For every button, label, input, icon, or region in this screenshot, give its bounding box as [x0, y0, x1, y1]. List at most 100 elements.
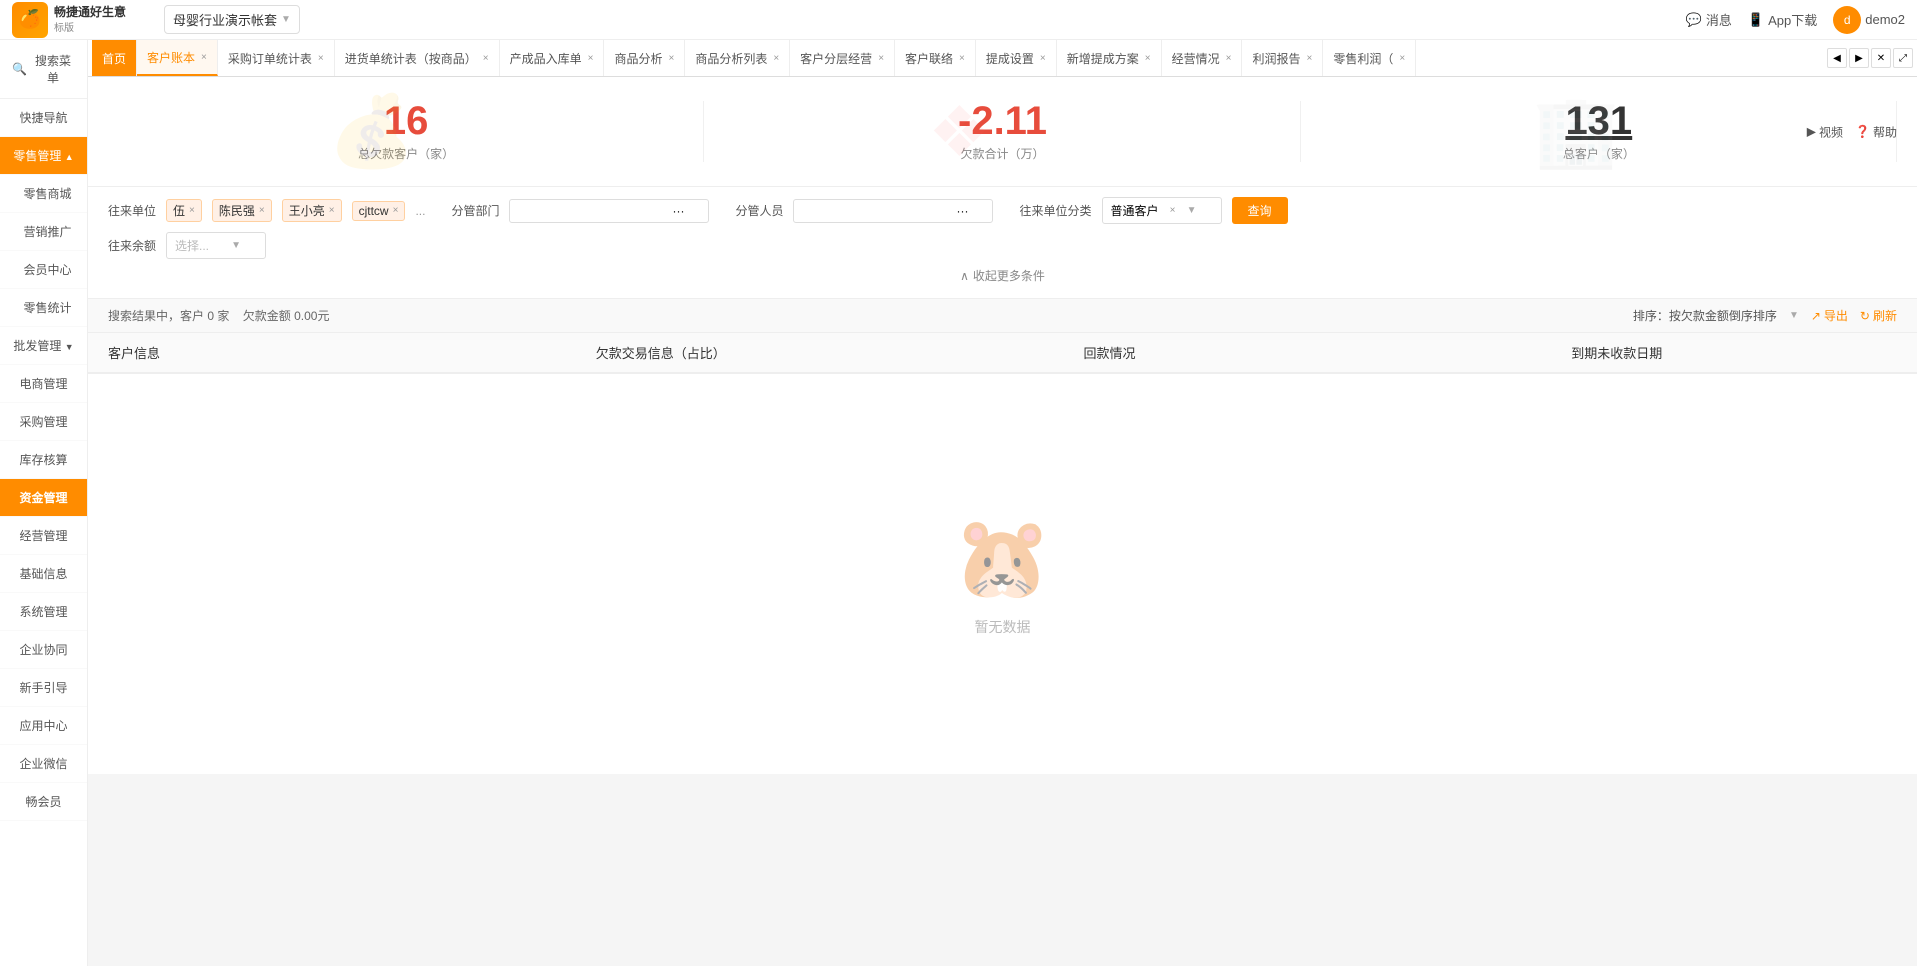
filter-tag-close-icon[interactable]: × [393, 205, 399, 216]
sidebar-item-vip-member[interactable]: 畅会员 [0, 783, 87, 821]
tab-close-icon[interactable]: × [1040, 53, 1046, 64]
filter-tag-close-icon[interactable]: × [329, 205, 335, 216]
empty-state: 🐹 暂无数据 [953, 451, 1053, 697]
tab-expand-button[interactable]: ⤢ [1893, 48, 1913, 68]
collapse-button[interactable]: ∧ 收起更多条件 [943, 267, 1063, 284]
tab-close-icon[interactable]: × [1145, 53, 1151, 64]
filter-more-button[interactable]: ... [415, 204, 425, 218]
data-table: 客户信息 欠款交易信息（占比） 回款情况 到期未收款日期 🐹 暂无数据 [88, 333, 1917, 774]
ellipsis-icon: ··· [956, 204, 968, 218]
table-header: 客户信息 欠款交易信息（占比） 回款情况 到期未收款日期 [88, 333, 1917, 374]
filter-tag-chen2[interactable]: 陈民强 × [212, 199, 272, 222]
unit-type-clear-icon[interactable]: × [1170, 205, 1176, 216]
sidebar-item-finance[interactable]: 资金管理 [0, 479, 87, 517]
tab-close-icon[interactable]: × [1399, 53, 1405, 64]
tab-new-commit[interactable]: 新增提成方案 × [1057, 40, 1162, 76]
sidebar-item-quicknav[interactable]: 快捷导航 [0, 99, 87, 137]
filter-tag-close-icon[interactable]: × [259, 205, 265, 216]
app-download-button[interactable]: 📱 App下载 [1748, 10, 1817, 29]
tab-customer-debt[interactable]: 客户账本 × [137, 40, 218, 76]
company-selector[interactable]: 母婴行业演示帐套 ▼ [164, 5, 300, 34]
tab-close-icon[interactable]: × [318, 53, 324, 64]
sidebar-item-basic[interactable]: 基础信息 [0, 555, 87, 593]
tab-close-icon[interactable]: × [483, 53, 489, 64]
message-button[interactable]: 💬 消息 [1686, 10, 1732, 29]
tab-customer-tier[interactable]: 客户分层经营 × [790, 40, 895, 76]
video-button[interactable]: ▶ 视频 [1807, 123, 1843, 140]
logo-sub: 标版 [54, 19, 126, 34]
search-menu-button[interactable]: 🔍 搜索菜单 [8, 48, 79, 90]
sort-label: 排序：按欠款金额倒序排序 [1633, 307, 1777, 324]
main-layout: 🔍 搜索菜单 快捷导航 零售管理 ▲ 零售商城 营销推广 会员中心 零售统计 批… [0, 40, 1917, 966]
query-button[interactable]: 查询 [1232, 197, 1288, 224]
tab-product-analysis-list[interactable]: 商品分析列表 × [685, 40, 790, 76]
refresh-icon: ↻ [1860, 309, 1870, 323]
filter-tag-close-icon[interactable]: × [189, 205, 195, 216]
user-avatar[interactable]: d demo2 [1833, 6, 1905, 34]
tab-close-icon[interactable]: × [1226, 53, 1232, 64]
export-button[interactable]: ↗ 导出 [1811, 307, 1848, 324]
tab-close-icon[interactable]: × [773, 53, 779, 64]
sidebar-item-enterprise[interactable]: 企业协同 [0, 631, 87, 669]
tab-close-icon[interactable]: × [668, 53, 674, 64]
tab-close-icon[interactable]: × [959, 53, 965, 64]
filter-tag-cjttcw[interactable]: cjttcw × [352, 201, 406, 221]
filter-row-2: 往来余额 选择... ▼ [108, 232, 1897, 259]
sidebar-item-batch-mgmt[interactable]: 批发管理 ▼ [0, 327, 87, 365]
help-button[interactable]: ❓ 帮助 [1855, 123, 1897, 140]
tab-nav-arrows: ◀ ▶ ✕ ⤢ [1827, 48, 1913, 68]
sort-chevron-icon[interactable]: ▼ [1789, 310, 1799, 321]
tab-close-icon[interactable]: × [1306, 53, 1312, 64]
company-unit-label: 往来单位 [108, 202, 156, 219]
page-content: 💰 16 总欠款客户（家） ❖ -2.11 欠款合计（万） 🏢 13 [88, 77, 1917, 966]
logo-icon: 🍊 [12, 2, 48, 38]
refresh-button[interactable]: ↻ 刷新 [1860, 307, 1897, 324]
sidebar-item-newbie[interactable]: 新手引导 [0, 669, 87, 707]
sidebar-item-app-center[interactable]: 应用中心 [0, 707, 87, 745]
filter-row-1: 往来单位 伍 × 陈民强 × 王小亮 × cjttcw [108, 197, 1897, 224]
sidebar-item-member[interactable]: 会员中心 [0, 251, 87, 289]
content-area: 首页 客户账本 × 采购订单统计表 × 进货单统计表（按商品） × 产成品入库单… [88, 40, 1917, 966]
question-icon: ❓ [1855, 125, 1870, 139]
tab-customer-contact[interactable]: 客户联络 × [895, 40, 976, 76]
branch-person-select[interactable]: ··· [793, 199, 993, 223]
logo-area: 🍊 畅捷通好生意 标版 [12, 2, 152, 38]
tab-product-analysis[interactable]: 商品分析 × [604, 40, 685, 76]
sidebar-item-zero-sale[interactable]: 零售管理 ▲ [0, 137, 87, 175]
balance-select[interactable]: 选择... ▼ [166, 232, 266, 259]
result-bar: 搜索结果中，客户 0 家 欠款金额 0.00元 排序：按欠款金额倒序排序 ▼ ↗… [88, 299, 1917, 333]
tab-close-all-button[interactable]: ✕ [1871, 48, 1891, 68]
sidebar-item-zero-stats[interactable]: 零售统计 [0, 289, 87, 327]
filter-tag-chen[interactable]: 伍 × [166, 199, 202, 222]
unit-type-select[interactable]: 普通客户 × ▼ [1102, 197, 1222, 224]
sidebar-item-ecommerce[interactable]: 电商管理 [0, 365, 87, 403]
search-icon: 🔍 [12, 62, 27, 76]
sidebar-item-operations[interactable]: 经营管理 [0, 517, 87, 555]
sidebar-item-system[interactable]: 系统管理 [0, 593, 87, 631]
tab-product-storage[interactable]: 产成品入库单 × [500, 40, 605, 76]
empty-text: 暂无数据 [974, 617, 1030, 637]
tab-profit-report[interactable]: 利润报告 × [1242, 40, 1323, 76]
tab-close-icon[interactable]: × [201, 52, 207, 63]
filter-tag-wang[interactable]: 王小亮 × [282, 199, 342, 222]
table-body: 🐹 暂无数据 [88, 374, 1917, 774]
tab-close-icon[interactable]: × [878, 53, 884, 64]
ellipsis-icon: ··· [672, 204, 684, 218]
branch-dept-select[interactable]: ··· [509, 199, 709, 223]
tab-next-button[interactable]: ▶ [1849, 48, 1869, 68]
tab-home[interactable]: 首页 [92, 40, 137, 76]
phone-icon: 📱 [1748, 12, 1764, 28]
sidebar-item-inventory[interactable]: 库存核算 [0, 441, 87, 479]
tab-close-icon[interactable]: × [588, 53, 594, 64]
tab-purchase-order[interactable]: 采购订单统计表 × [218, 40, 335, 76]
tab-prev-button[interactable]: ◀ [1827, 48, 1847, 68]
tab-operations-situation[interactable]: 经营情况 × [1162, 40, 1243, 76]
tab-purchase-stats[interactable]: 进货单统计表（按商品） × [335, 40, 500, 76]
tab-commit-settings[interactable]: 提成设置 × [976, 40, 1057, 76]
sidebar-item-enterprise-wx[interactable]: 企业微信 [0, 745, 87, 783]
sidebar-item-marketing[interactable]: 营销推广 [0, 213, 87, 251]
sidebar-item-zero-mall[interactable]: 零售商城 [0, 175, 87, 213]
result-info: 搜索结果中，客户 0 家 欠款金额 0.00元 [108, 307, 329, 324]
tab-retail-profit[interactable]: 零售利润（ × [1323, 40, 1416, 76]
sidebar-item-purchase[interactable]: 采购管理 [0, 403, 87, 441]
